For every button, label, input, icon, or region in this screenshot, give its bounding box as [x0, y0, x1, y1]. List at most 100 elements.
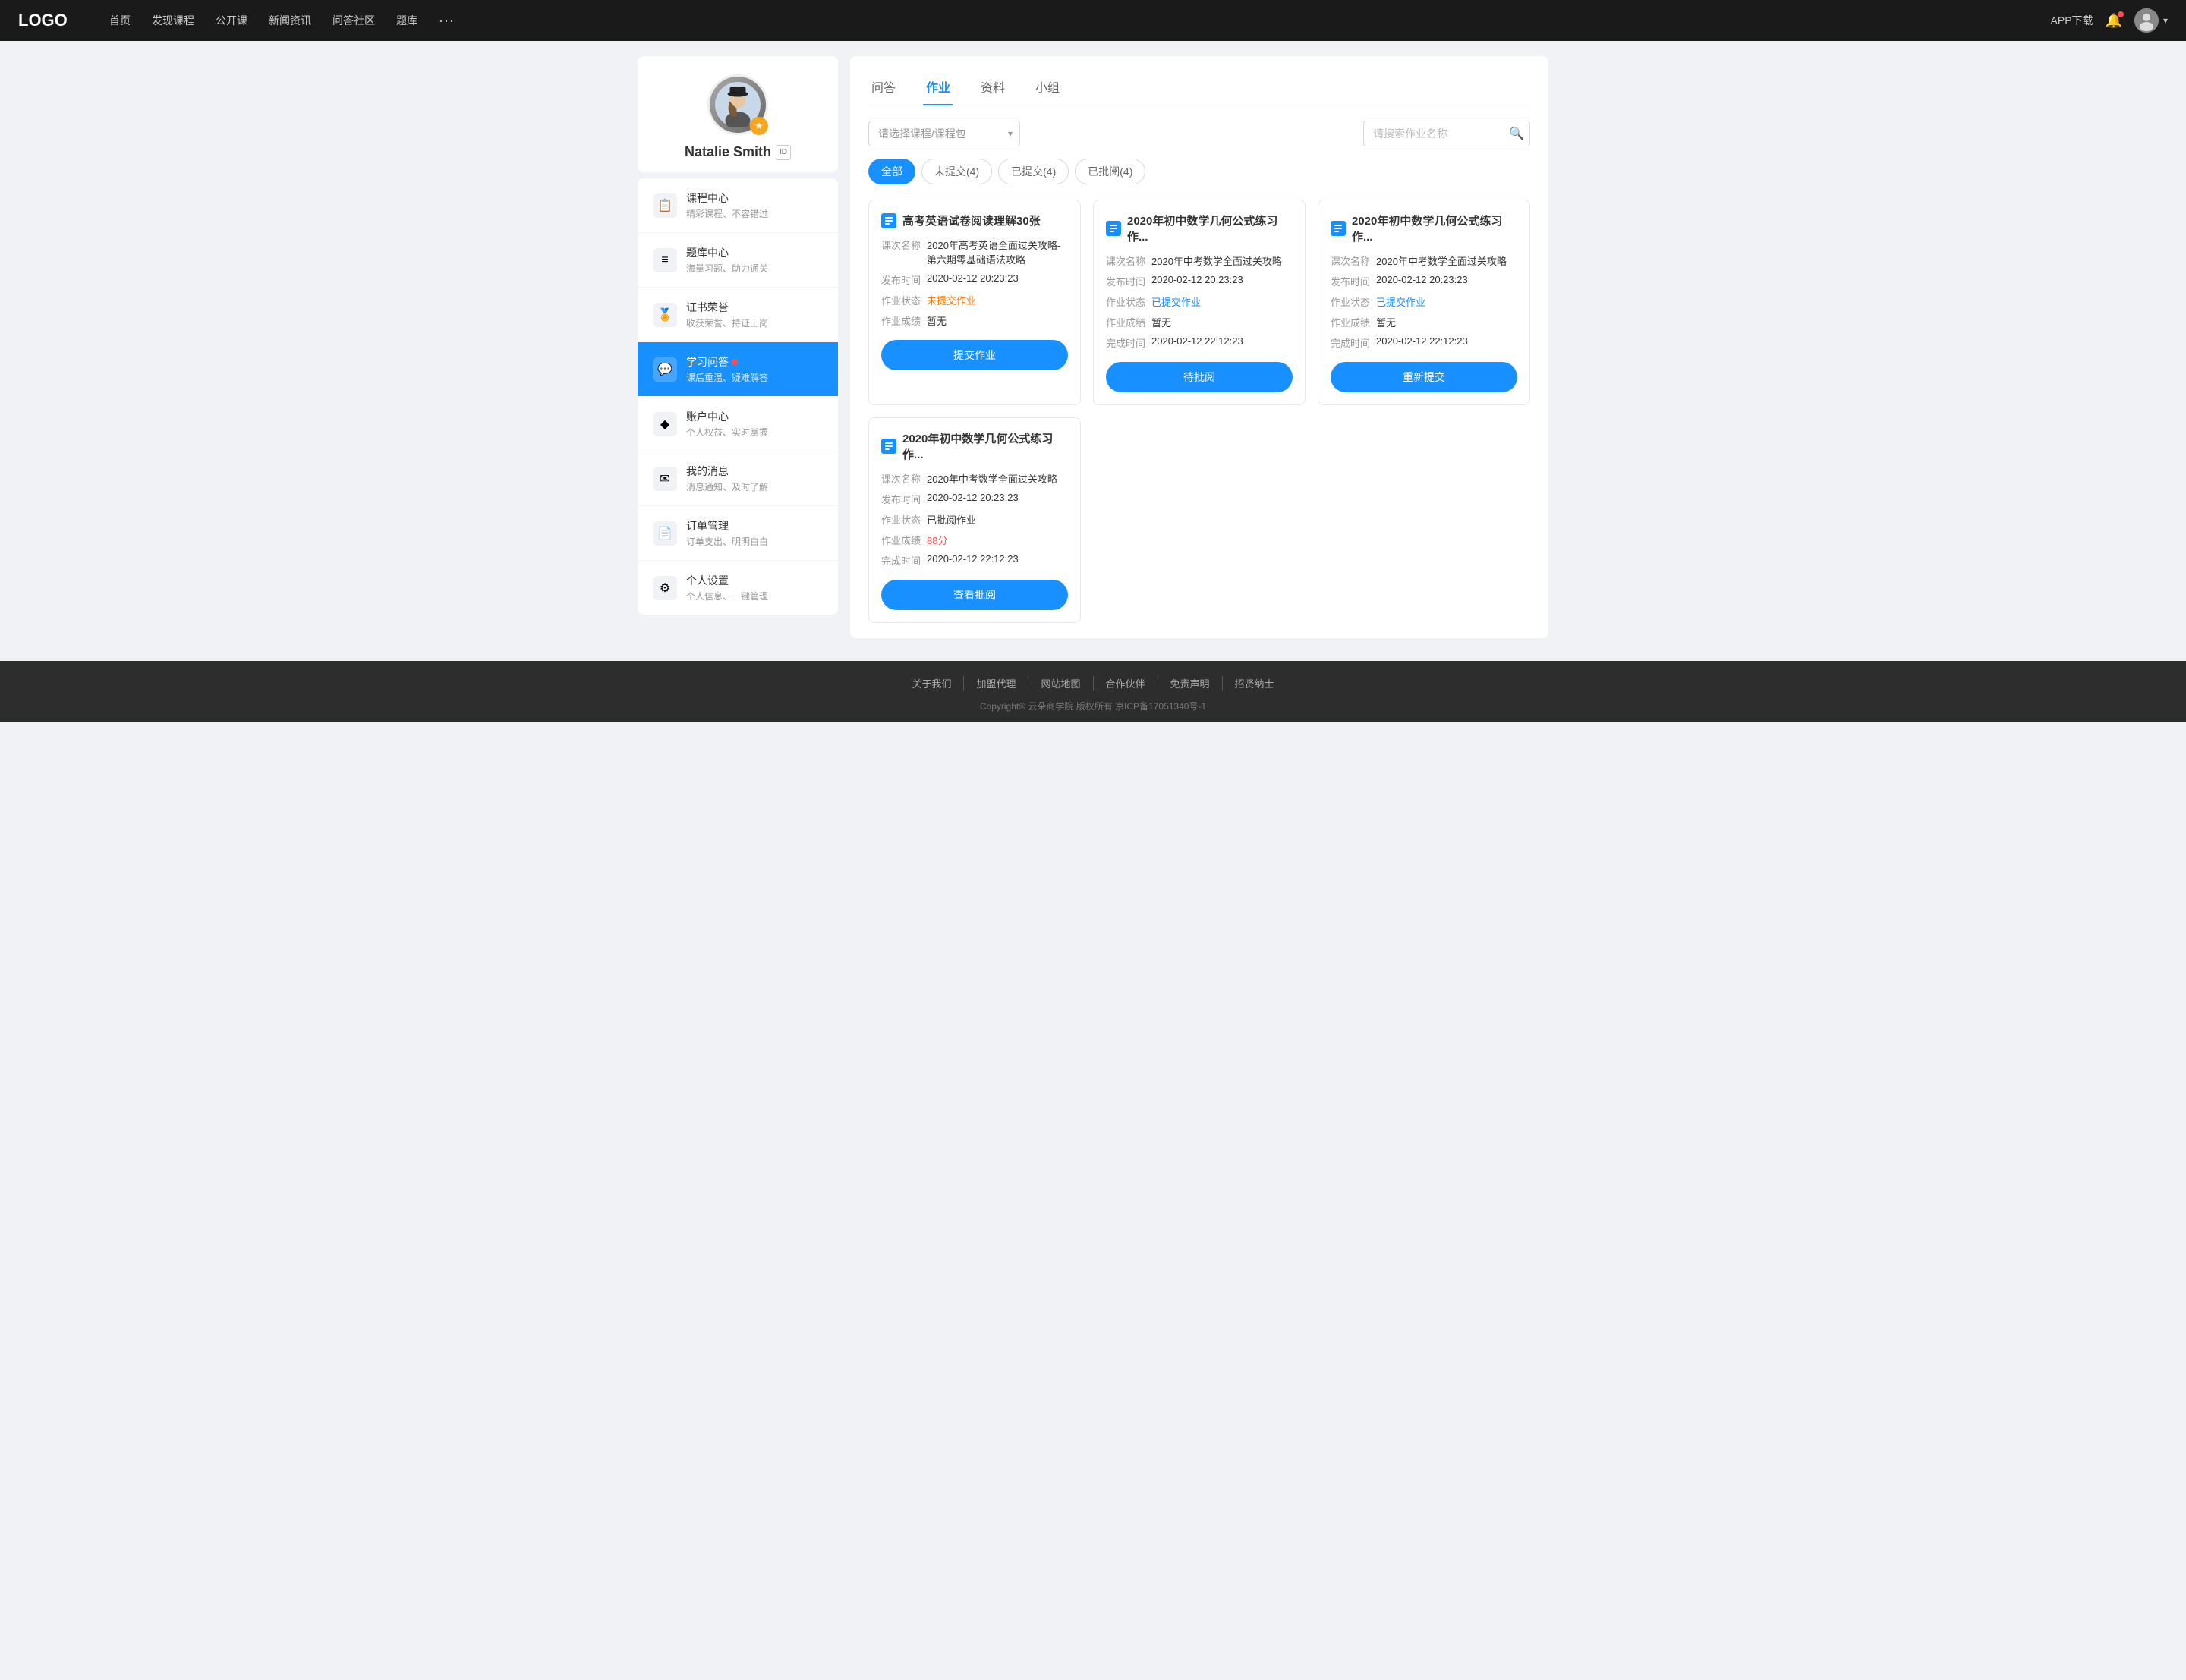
hw3-status-value: 已提交作业 [1376, 294, 1517, 309]
footer: 关于我们 加盟代理 网站地图 合作伙伴 免责声明 招贤纳士 Copyright©… [0, 661, 2186, 722]
footer-partners[interactable]: 合作伙伴 [1094, 676, 1158, 691]
sidebar-qb-sub: 海量习题、助力通关 [686, 262, 768, 275]
nav-question-bank[interactable]: 题库 [396, 13, 417, 28]
status-tab-not-submitted[interactable]: 未提交(4) [921, 159, 992, 184]
certificate-icon: 🏅 [653, 303, 677, 327]
vip-badge: ★ [750, 117, 768, 135]
sidebar-menu: 📋 课程中心 精彩课程、不容错过 ≡ 题库中心 海量习题、助力通关 🏅 证书荣誉… [638, 178, 838, 615]
homework-grid: 高考英语试卷阅读理解30张 课次名称 2020年高考英语全面过关攻略-第六期零基… [868, 200, 1530, 623]
hw1-status-value: 未提交作业 [927, 293, 1068, 307]
status-tab-all[interactable]: 全部 [868, 159, 915, 184]
sidebar-lqa-sub: 课后重温、疑难解答 [686, 371, 768, 384]
homework-card-2: 2020年初中数学几何公式练习作... 课次名称 2020年中考数学全面过关攻略… [1093, 200, 1306, 405]
sidebar: ★ Natalie Smith ID 📋 课程中心 精彩课程、不容错过 ≡ 题库… [638, 56, 850, 638]
hw2-icon [1106, 221, 1121, 236]
sidebar-cert-sub: 收获荣誉、持证上岗 [686, 316, 768, 329]
hw1-score-value: 暂无 [927, 313, 1068, 328]
user-avatar-menu[interactable]: ▾ [2134, 8, 2168, 33]
hw3-resubmit-button[interactable]: 重新提交 [1331, 362, 1517, 392]
hw1-time-label: 发布时间 [881, 272, 927, 287]
course-select-wrap: 请选择课程/课程包 [868, 121, 1020, 146]
profile-id-icon: ID [776, 145, 791, 160]
sidebar-msg-sub: 消息通知、及时了解 [686, 480, 768, 493]
logo[interactable]: LOGO [18, 11, 79, 30]
hw1-time-value: 2020-02-12 20:23:23 [927, 272, 1068, 284]
footer-disclaimer[interactable]: 免责声明 [1158, 676, 1223, 691]
sidebar-item-orders[interactable]: 📄 订单管理 订单支出、明明白白 [638, 506, 838, 561]
hw3-icon [1331, 221, 1346, 236]
nav-news[interactable]: 新闻资讯 [269, 13, 311, 28]
status-tabs: 全部 未提交(4) 已提交(4) 已批阅(4) [868, 159, 1530, 184]
hw3-course-value: 2020年中考数学全面过关攻略 [1376, 253, 1517, 268]
hw3-title: 2020年初中数学几何公式练习作... [1331, 212, 1517, 244]
notification-bell[interactable]: 🔔 [2106, 13, 2122, 29]
hw4-view-button[interactable]: 查看批阅 [881, 580, 1068, 610]
search-icon[interactable]: 🔍 [1509, 126, 1524, 141]
sidebar-orders-sub: 订单支出、明明白白 [686, 535, 768, 548]
footer-careers[interactable]: 招贤纳士 [1223, 676, 1287, 691]
sidebar-msg-title: 我的消息 [686, 464, 768, 479]
new-message-dot [732, 359, 738, 365]
sidebar-item-course[interactable]: 📋 课程中心 精彩课程、不容错过 [638, 178, 838, 233]
status-tab-submitted[interactable]: 已提交(4) [998, 159, 1069, 184]
tab-materials[interactable]: 资料 [978, 71, 1008, 105]
course-icon: 📋 [653, 193, 677, 218]
hw2-time-value: 2020-02-12 20:23:23 [1151, 274, 1293, 285]
hw1-title: 高考英语试卷阅读理解30张 [881, 212, 1068, 228]
sidebar-acct-sub: 个人权益、实时掌握 [686, 426, 768, 439]
tab-qa[interactable]: 问答 [868, 71, 899, 105]
nav-home[interactable]: 首页 [109, 13, 131, 28]
notification-badge [2118, 11, 2124, 17]
account-icon: ◆ [653, 412, 677, 436]
navbar: LOGO 首页 发现课程 公开课 新闻资讯 问答社区 题库 ··· APP下载 … [0, 0, 2186, 41]
sidebar-item-settings[interactable]: ⚙ 个人设置 个人信息、一键管理 [638, 561, 838, 615]
question-bank-icon: ≡ [653, 248, 677, 272]
sidebar-item-account[interactable]: ◆ 账户中心 个人权益、实时掌握 [638, 397, 838, 451]
nav-open-course[interactable]: 公开课 [216, 13, 247, 28]
sidebar-lqa-title: 学习问答 [686, 354, 768, 370]
tab-group[interactable]: 小组 [1032, 71, 1063, 105]
main-tabs: 问答 作业 资料 小组 [868, 71, 1530, 105]
hw4-status-value: 已批阅作业 [927, 512, 1068, 527]
avatar-dropdown-arrow: ▾ [2163, 15, 2168, 26]
settings-icon: ⚙ [653, 576, 677, 600]
sidebar-item-messages[interactable]: ✉ 我的消息 消息通知、及时了解 [638, 451, 838, 506]
homework-card-3: 2020年初中数学几何公式练习作... 课次名称 2020年中考数学全面过关攻略… [1318, 200, 1530, 405]
footer-about[interactable]: 关于我们 [899, 676, 964, 691]
homework-card-1: 高考英语试卷阅读理解30张 课次名称 2020年高考英语全面过关攻略-第六期零基… [868, 200, 1081, 405]
learning-qa-icon: 💬 [653, 357, 677, 382]
hw2-title: 2020年初中数学几何公式练习作... [1106, 212, 1293, 244]
hw1-status-label: 作业状态 [881, 293, 927, 307]
sidebar-item-question-bank[interactable]: ≡ 题库中心 海量习题、助力通关 [638, 233, 838, 288]
app-download[interactable]: APP下载 [2051, 13, 2093, 28]
hw4-complete-value: 2020-02-12 22:12:23 [927, 553, 1068, 565]
hw4-course-value: 2020年中考数学全面过关攻略 [927, 471, 1068, 486]
hw1-submit-button[interactable]: 提交作业 [881, 340, 1068, 370]
sidebar-settings-title: 个人设置 [686, 573, 768, 588]
nav-courses[interactable]: 发现课程 [152, 13, 194, 28]
status-tab-reviewed[interactable]: 已批阅(4) [1075, 159, 1145, 184]
search-input[interactable] [1363, 121, 1530, 146]
footer-franchise[interactable]: 加盟代理 [964, 676, 1028, 691]
main-layout: ★ Natalie Smith ID 📋 课程中心 精彩课程、不容错过 ≡ 题库… [638, 41, 1548, 638]
hw3-time-value: 2020-02-12 20:23:23 [1376, 274, 1517, 285]
content-area: 问答 作业 资料 小组 请选择课程/课程包 🔍 全部 未提交(4) 已提交(4)… [850, 56, 1548, 638]
nav-more[interactable]: ··· [439, 13, 455, 29]
hw2-pending-button[interactable]: 待批阅 [1106, 362, 1293, 392]
course-select[interactable]: 请选择课程/课程包 [868, 121, 1020, 146]
hw2-course-value: 2020年中考数学全面过关攻略 [1151, 253, 1293, 268]
hw3-complete-value: 2020-02-12 22:12:23 [1376, 335, 1517, 347]
sidebar-item-certificate[interactable]: 🏅 证书荣誉 收获荣誉、持证上岗 [638, 288, 838, 342]
hw2-score-value: 暂无 [1151, 315, 1293, 329]
footer-sitemap[interactable]: 网站地图 [1028, 676, 1093, 691]
tab-homework[interactable]: 作业 [923, 71, 953, 105]
sidebar-cert-title: 证书荣誉 [686, 300, 768, 315]
messages-icon: ✉ [653, 467, 677, 491]
nav-qa[interactable]: 问答社区 [332, 13, 375, 28]
sidebar-item-learning-qa[interactable]: 💬 学习问答 课后重温、疑难解答 [638, 342, 838, 397]
hw4-time-value: 2020-02-12 20:23:23 [927, 492, 1068, 503]
sidebar-course-sub: 精彩课程、不容错过 [686, 207, 768, 220]
orders-icon: 📄 [653, 521, 677, 546]
footer-copyright: Copyright© 云朵商学院 版权所有 京ICP备17051340号-1 [0, 700, 2186, 713]
profile-card: ★ Natalie Smith ID [638, 56, 838, 172]
